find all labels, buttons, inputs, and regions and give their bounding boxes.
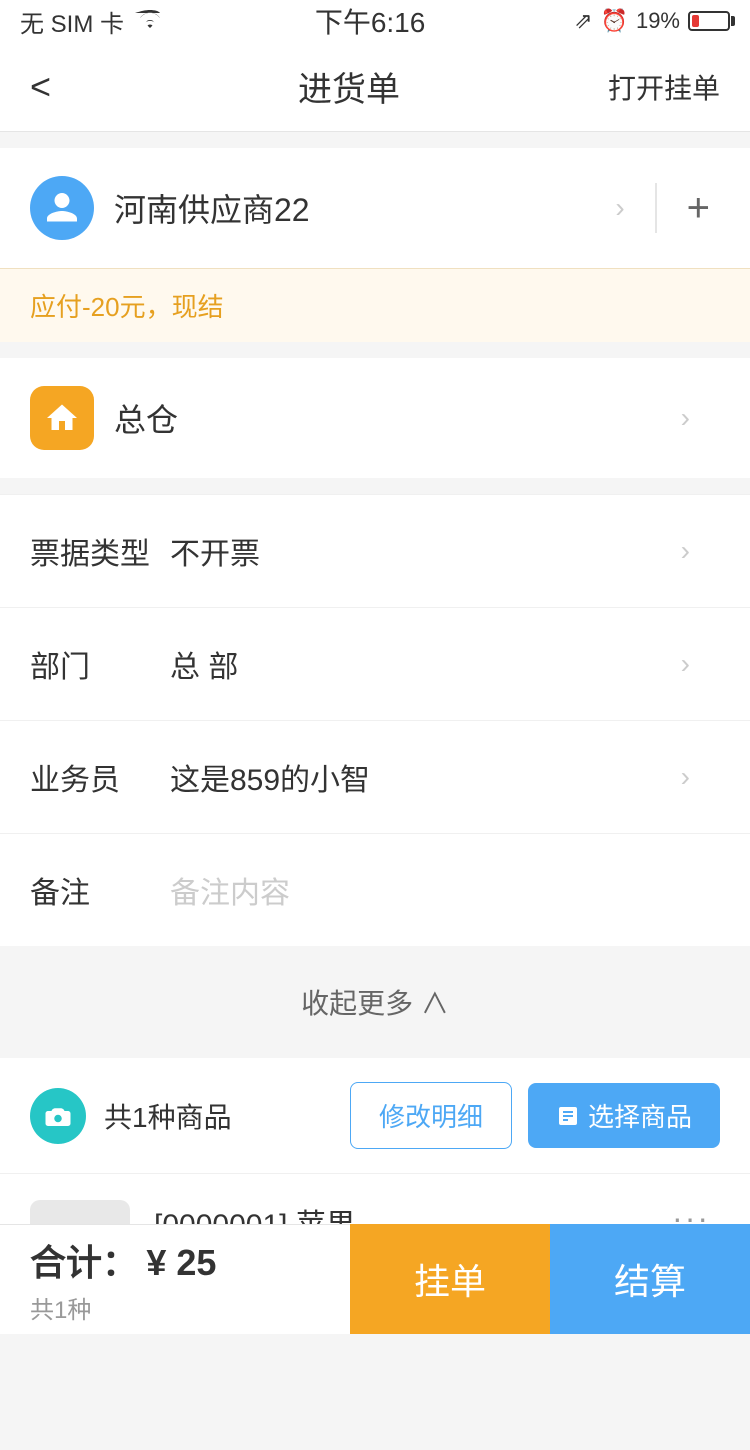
product-header: 共1种商品 修改明细 选择商品 xyxy=(0,1058,750,1174)
select-product-icon xyxy=(556,1104,580,1128)
house-icon xyxy=(44,400,80,436)
salesman-value: 这是859的小智 xyxy=(170,755,681,799)
back-button[interactable]: < xyxy=(30,66,90,108)
total-amount: ¥ 25 xyxy=(146,1242,216,1283)
warehouse-section: 总仓 › xyxy=(0,358,750,478)
wifi-icon xyxy=(134,10,166,32)
salesman-row[interactable]: 业务员 这是859的小智 › xyxy=(0,720,750,833)
remark-input[interactable]: 备注内容 xyxy=(170,868,720,912)
total-area: 合计： ¥ 25 共1种 xyxy=(0,1224,350,1334)
location-icon: ⇗ xyxy=(574,8,592,34)
department-row[interactable]: 部门 总 部 › xyxy=(0,607,750,720)
supplier-row: 河南供应商22 › + xyxy=(0,148,750,268)
ticket-type-chevron-icon: › xyxy=(681,535,690,567)
remark-row[interactable]: 备注 备注内容 xyxy=(0,833,750,946)
product-icon xyxy=(30,1088,86,1144)
open-hang-button[interactable]: 打开挂单 xyxy=(608,67,720,107)
status-left: 无 SIM 卡 xyxy=(20,4,166,39)
select-product-button[interactable]: 选择商品 xyxy=(528,1083,720,1148)
total-prefix: 合计： xyxy=(30,1242,138,1283)
department-value: 总 部 xyxy=(170,642,681,686)
supplier-chevron-icon: › xyxy=(615,192,624,224)
edit-detail-button[interactable]: 修改明细 xyxy=(350,1082,512,1149)
form-section: 票据类型 不开票 › 部门 总 部 › 业务员 这是859的小智 › 备注 备注… xyxy=(0,494,750,946)
department-label: 部门 xyxy=(30,642,170,686)
supplier-notice: 应付-20元，现结 xyxy=(0,268,750,342)
salesman-label: 业务员 xyxy=(30,755,170,799)
warehouse-icon xyxy=(30,386,94,450)
shopping-icon xyxy=(43,1101,73,1131)
section-gap-2 xyxy=(0,1042,750,1058)
status-time: 下午6:16 xyxy=(315,1,426,41)
section-gap-1 xyxy=(0,132,750,148)
status-right: ⇗ ⏰ 19% xyxy=(574,8,730,34)
alarm-icon: ⏰ xyxy=(601,8,628,34)
select-product-label: 选择商品 xyxy=(588,1097,692,1134)
department-chevron-icon: › xyxy=(681,648,690,680)
hang-button[interactable]: 挂单 xyxy=(350,1224,550,1334)
salesman-chevron-icon: › xyxy=(681,761,690,793)
person-icon xyxy=(44,190,80,226)
collapse-label: 收起更多 ∧ xyxy=(301,982,449,1022)
status-bar: 无 SIM 卡 下午6:16 ⇗ ⏰ 19% xyxy=(0,0,750,42)
checkout-button[interactable]: 结算 xyxy=(550,1224,750,1334)
battery-icon xyxy=(688,11,730,31)
carrier-label: 无 SIM 卡 xyxy=(20,4,124,39)
page-title: 进货单 xyxy=(298,62,400,111)
bottom-spacer xyxy=(0,1340,750,1450)
supplier-avatar xyxy=(30,176,94,240)
supplier-section: 河南供应商22 › + 应付-20元，现结 xyxy=(0,148,750,342)
product-count-label: 共1种商品 xyxy=(104,1096,350,1136)
supplier-divider xyxy=(655,183,657,233)
battery-percent: 19% xyxy=(636,8,680,34)
warehouse-row[interactable]: 总仓 › xyxy=(0,358,750,478)
total-sub: 共1种 xyxy=(30,1290,320,1325)
bottom-bar: 合计： ¥ 25 共1种 挂单 结算 xyxy=(0,1224,750,1334)
total-main: 合计： ¥ 25 xyxy=(30,1234,320,1286)
ticket-type-row[interactable]: 票据类型 不开票 › xyxy=(0,494,750,607)
nav-bar: < 进货单 打开挂单 xyxy=(0,42,750,132)
add-supplier-button[interactable]: + xyxy=(677,186,720,231)
ticket-type-value: 不开票 xyxy=(170,529,681,573)
collapse-button[interactable]: 收起更多 ∧ xyxy=(0,962,750,1042)
remark-label: 备注 xyxy=(30,868,170,912)
warehouse-chevron-icon: › xyxy=(681,402,690,434)
warehouse-name: 总仓 xyxy=(114,395,681,441)
supplier-name[interactable]: 河南供应商22 xyxy=(114,185,615,231)
ticket-type-label: 票据类型 xyxy=(30,529,170,573)
